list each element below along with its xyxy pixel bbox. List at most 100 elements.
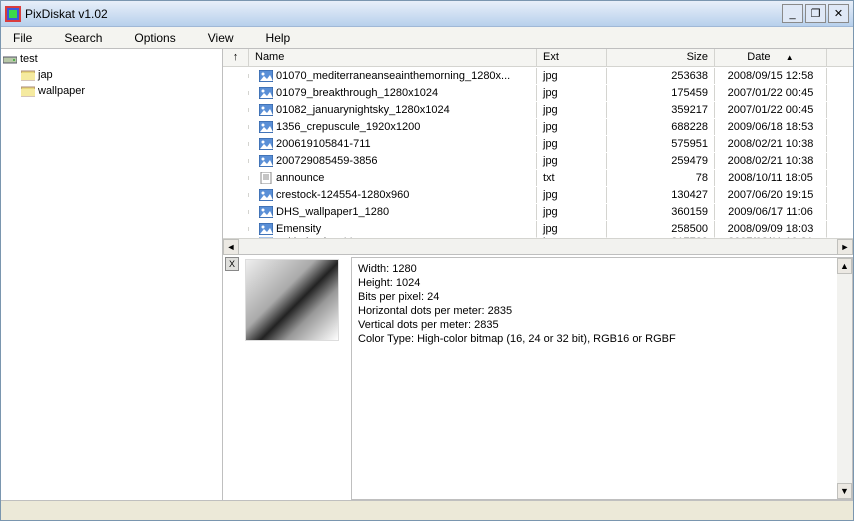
menubar: File Search Options View Help: [1, 27, 853, 49]
thumbnail-image[interactable]: [245, 259, 339, 341]
folder-tree[interactable]: test jap wallpaper: [1, 49, 223, 500]
file-name: crestock-124554-1280x960: [276, 189, 409, 201]
meta-line: Horizontal dots per meter: 2835: [358, 304, 831, 318]
file-name: DHS_wallpaper1_1280: [276, 206, 389, 218]
close-button[interactable]: ✕: [828, 4, 849, 23]
tree-root[interactable]: test: [3, 51, 220, 67]
file-ext: jpg: [537, 136, 607, 152]
scroll-up-button[interactable]: ▲: [837, 258, 852, 274]
file-size: 258500: [607, 221, 715, 237]
col-ext[interactable]: Ext: [537, 49, 607, 66]
table-row[interactable]: announcetxt782008/10/11 18:05: [223, 169, 853, 186]
col-sort[interactable]: ↑: [223, 49, 249, 66]
file-name: 200619105841-711: [276, 138, 371, 150]
tree-child[interactable]: jap: [3, 67, 220, 83]
titlebar[interactable]: PixDiskat v1.02 _ ❐ ✕: [1, 1, 853, 27]
file-name: 01082_januarynightsky_1280x1024: [276, 104, 450, 116]
table-row[interactable]: 1356_crepuscule_1920x1200 jpg6882282009/0…: [223, 118, 853, 135]
scroll-track[interactable]: [239, 239, 837, 254]
table-row[interactable]: crestock-124554-1280x960 jpg1304272007/06…: [223, 186, 853, 203]
file-date: 2008/02/21 10:38: [715, 153, 827, 169]
file-size: 130427: [607, 187, 715, 203]
menu-search[interactable]: Search: [58, 29, 108, 47]
window-title: PixDiskat v1.02: [25, 7, 780, 21]
file-ext: jpg: [537, 102, 607, 118]
meta-line: Bits per pixel: 24: [358, 290, 831, 304]
preview-close-region: X: [223, 255, 241, 500]
table-row[interactable]: 200729085459-3856 jpg2594792008/02/21 10:…: [223, 152, 853, 169]
file-name: 200729085459-3856: [276, 155, 378, 167]
file-ext: txt: [537, 170, 607, 186]
file-date: 2007/06/20 19:15: [715, 187, 827, 203]
table-row[interactable]: DHS_wallpaper1_1280 jpg3601592009/06/17 1…: [223, 203, 853, 220]
file-size: 688228: [607, 119, 715, 135]
scroll-right-button[interactable]: ►: [837, 239, 853, 255]
app-icon: [5, 6, 21, 22]
scroll-left-button[interactable]: ◄: [223, 239, 239, 255]
col-date[interactable]: Date ▲: [715, 49, 827, 66]
file-ext: jpg: [537, 204, 607, 220]
sort-arrow-icon: ▲: [786, 53, 794, 62]
horizontal-scrollbar[interactable]: ◄ ►: [223, 238, 853, 254]
tree-label: test: [20, 53, 38, 65]
menu-view[interactable]: View: [202, 29, 240, 47]
table-row[interactable]: 200619105841-711 jpg5759512008/02/21 10:3…: [223, 135, 853, 152]
meta-line: Vertical dots per meter: 2835: [358, 318, 831, 332]
maximize-button[interactable]: ❐: [805, 4, 826, 23]
preview-close-button[interactable]: X: [225, 257, 239, 271]
minimize-button[interactable]: _: [782, 4, 803, 23]
file-date: 2007/01/22 00:45: [715, 85, 827, 101]
thumbnail-area: [241, 255, 351, 500]
file-name: 1356_crepuscule_1920x1200: [276, 121, 420, 133]
menu-options[interactable]: Options: [128, 29, 181, 47]
file-date: 2009/06/18 18:53: [715, 119, 827, 135]
file-size: 175459: [607, 85, 715, 101]
folder-icon: [21, 68, 35, 82]
menu-help[interactable]: Help: [260, 29, 297, 47]
metadata-scrollbar[interactable]: ▲ ▼: [837, 257, 853, 500]
tree-label: wallpaper: [38, 85, 85, 97]
meta-line: Height: 1024: [358, 276, 831, 290]
drive-icon: [3, 52, 17, 66]
col-name[interactable]: Name: [249, 49, 537, 66]
file-date: 2008/09/15 12:58: [715, 68, 827, 84]
file-ext: jpg: [537, 68, 607, 84]
file-ext: jpg: [537, 187, 607, 203]
file-date: 2008/02/21 10:38: [715, 136, 827, 152]
file-date: 2008/10/11 18:05: [715, 170, 827, 186]
file-name: 01079_breakthrough_1280x1024: [276, 87, 438, 99]
column-headers: ↑ Name Ext Size Date ▲: [223, 49, 853, 67]
file-size: 78: [607, 170, 715, 186]
menu-file[interactable]: File: [7, 29, 38, 47]
meta-line: Width: 1280: [358, 262, 831, 276]
col-size[interactable]: Size: [607, 49, 715, 66]
file-size: 253638: [607, 68, 715, 84]
preview-pane: X Width: 1280 Height: 1024 Bits per pixe…: [223, 255, 853, 500]
folder-icon: [21, 84, 35, 98]
metadata-panel: Width: 1280 Height: 1024 Bits per pixel:…: [351, 257, 837, 500]
app-window: PixDiskat v1.02 _ ❐ ✕ File Search Option…: [0, 0, 854, 521]
table-row[interactable]: 01079_breakthrough_1280x1024 jpg175459200…: [223, 84, 853, 101]
file-size: 259479: [607, 153, 715, 169]
status-bar: [1, 500, 853, 520]
file-ext: jpg: [537, 153, 607, 169]
file-ext: jpg: [537, 119, 607, 135]
table-row[interactable]: epithalamium Versejpg3177292007/02/11 10…: [223, 237, 853, 238]
table-row[interactable]: Emensityjpg2585002008/09/09 18:03: [223, 220, 853, 237]
file-name: Emensity: [276, 223, 321, 235]
tree-child[interactable]: wallpaper: [3, 83, 220, 99]
file-size: 575951: [607, 136, 715, 152]
scroll-down-button[interactable]: ▼: [837, 483, 852, 499]
main-area: test jap wallpaper ↑ Name Ext Size D: [1, 49, 853, 500]
file-rows[interactable]: 01070_mediterraneanseainthemorning_1280x…: [223, 67, 853, 238]
file-size: 360159: [607, 204, 715, 220]
file-date: 2007/01/22 00:45: [715, 102, 827, 118]
file-date: 2009/06/17 11:06: [715, 204, 827, 220]
file-size: 359217: [607, 102, 715, 118]
scroll-track[interactable]: [837, 274, 852, 483]
file-date: 2008/09/09 18:03: [715, 221, 827, 237]
file-name: 01070_mediterraneanseainthemorning_1280x…: [276, 70, 510, 82]
table-row[interactable]: 01070_mediterraneanseainthemorning_1280x…: [223, 67, 853, 84]
file-ext: jpg: [537, 85, 607, 101]
table-row[interactable]: 01082_januarynightsky_1280x1024 jpg359217…: [223, 101, 853, 118]
